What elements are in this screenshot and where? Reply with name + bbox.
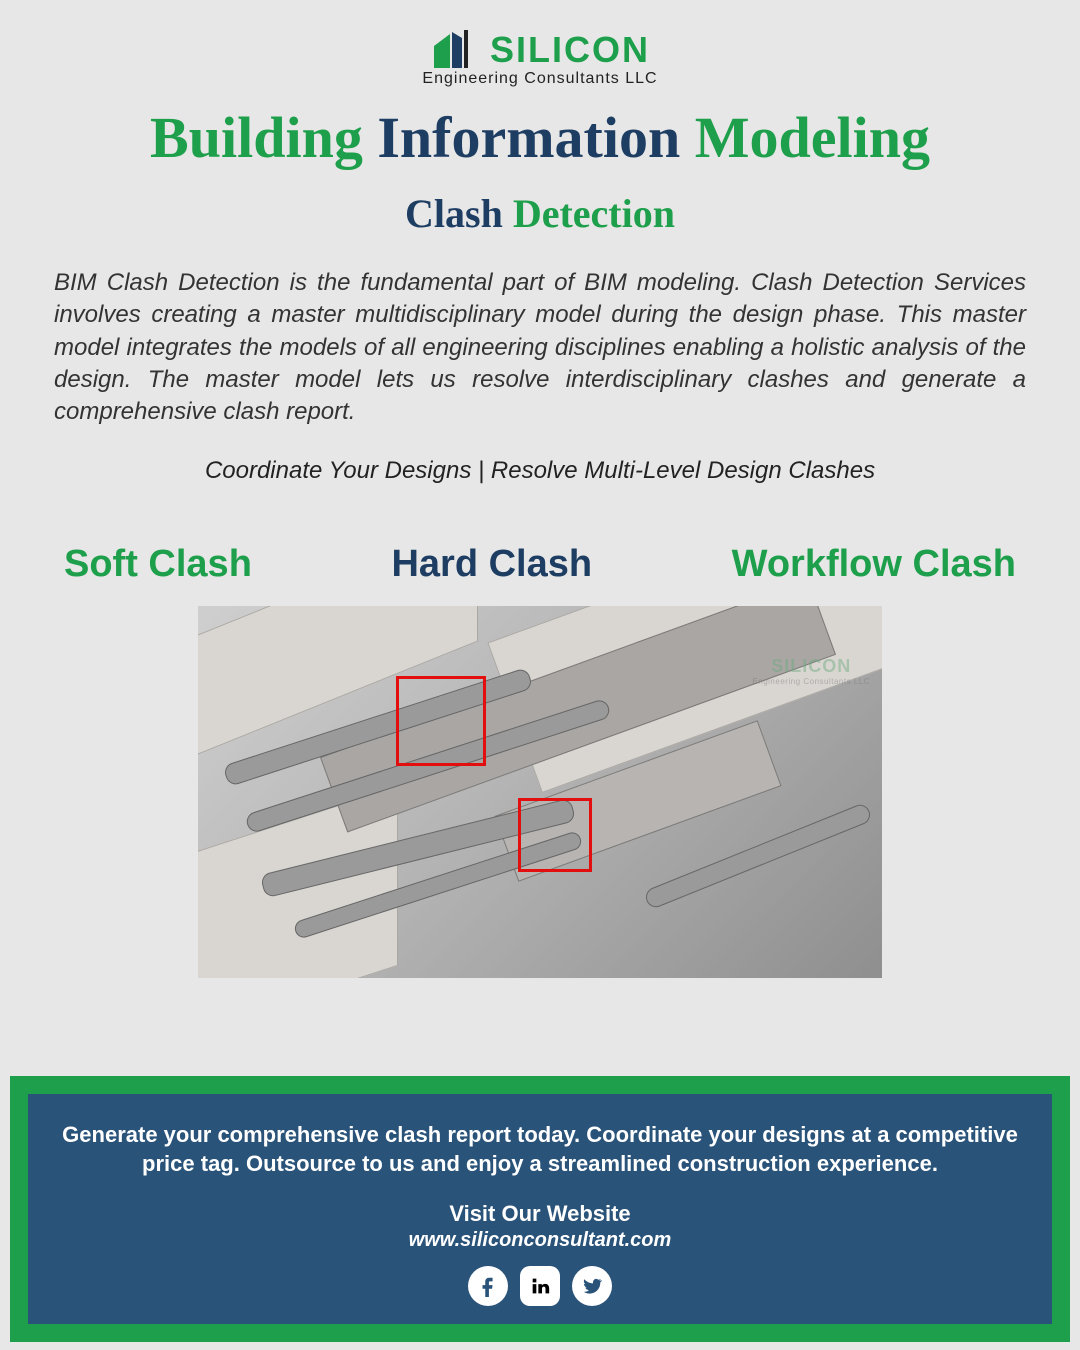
image-watermark: SILICON Engineering Consultants LLC [752, 656, 870, 686]
facebook-icon[interactable] [468, 1266, 508, 1306]
clash-type-workflow: Workflow Clash [732, 543, 1016, 586]
social-row [56, 1266, 1024, 1306]
clash-highlight-1 [396, 676, 486, 766]
title-word-1: Building [150, 105, 363, 170]
clash-types-row: Soft Clash Hard Clash Workflow Clash [0, 543, 1080, 586]
tagline-text: Coordinate Your Designs | Resolve Multi-… [0, 457, 1080, 485]
cta-inner: Generate your comprehensive clash report… [28, 1094, 1052, 1324]
cta-visit-label: Visit Our Website [56, 1201, 1024, 1227]
subtitle-word-2: Detection [513, 191, 675, 236]
cta-text: Generate your comprehensive clash report… [56, 1120, 1024, 1179]
title-word-3: Modeling [695, 105, 930, 170]
clash-highlight-2 [518, 798, 592, 872]
main-title: Building Information Modeling [0, 106, 1080, 170]
logo-block: SILICON Engineering Consultants LLC [0, 0, 1080, 88]
title-word-2: Information [377, 105, 680, 170]
clash-type-hard: Hard Clash [391, 543, 592, 586]
twitter-icon[interactable] [572, 1266, 612, 1306]
cta-outer: Generate your comprehensive clash report… [10, 1076, 1070, 1342]
sub-title: Clash Detection [0, 190, 1080, 237]
watermark-brand: SILICON [752, 656, 870, 677]
bim-clash-illustration: SILICON Engineering Consultants LLC [198, 606, 882, 978]
linkedin-icon[interactable] [520, 1266, 560, 1306]
cta-url[interactable]: www.siliconconsultant.com [56, 1229, 1024, 1252]
logo-tagline: Engineering Consultants LLC [422, 70, 657, 88]
title-block: Building Information Modeling Clash Dete… [0, 106, 1080, 237]
watermark-sub: Engineering Consultants LLC [752, 677, 870, 686]
subtitle-word-1: Clash [405, 191, 503, 236]
body-paragraph: BIM Clash Detection is the fundamental p… [0, 237, 1080, 429]
logo-brand-text: SILICON [490, 29, 650, 71]
logo-icon [430, 28, 482, 72]
clash-type-soft: Soft Clash [64, 543, 252, 586]
logo-mark: SILICON [430, 28, 650, 72]
